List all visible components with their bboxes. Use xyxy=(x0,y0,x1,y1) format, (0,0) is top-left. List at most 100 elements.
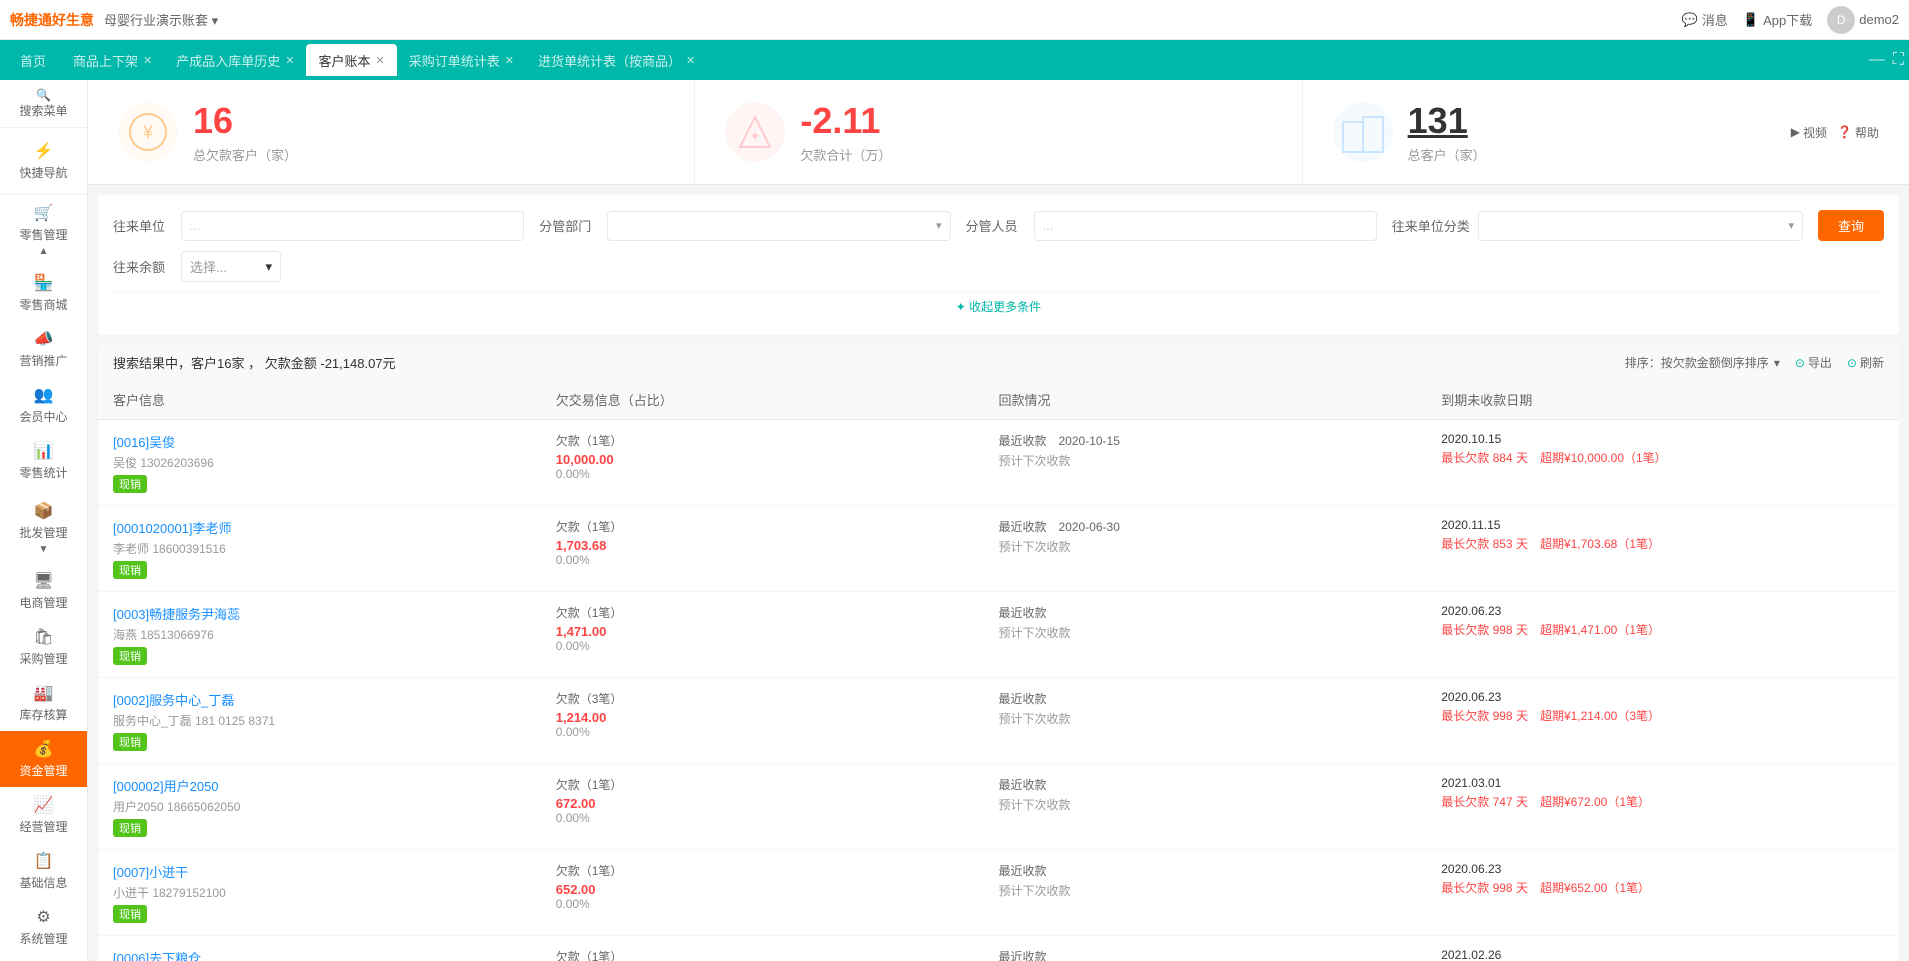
due-date-cell: 2020.10.15 最长欠款 884 天 超期¥10,000.00（1笔） xyxy=(1441,432,1884,466)
customer-name[interactable]: [0001020001]李老师 xyxy=(113,518,556,537)
sidebar-item-marketing[interactable]: 📣 营销推广 xyxy=(0,321,87,377)
stat-icon-2: ✦ xyxy=(725,102,785,162)
balance-select[interactable]: 选择... ▾ xyxy=(181,251,281,282)
svg-text:¥: ¥ xyxy=(142,122,154,142)
marketing-icon: 📣 xyxy=(34,329,54,349)
due-date: 2020.10.15 xyxy=(1441,432,1884,446)
tab-customer-account[interactable]: 客户账本 ✕ xyxy=(306,44,396,76)
sidebar-item-finance[interactable]: 💰 资金管理 xyxy=(0,731,87,787)
sidebar-item-system-mgmt[interactable]: ⚙ 系统管理 xyxy=(0,899,87,955)
query-button[interactable]: 查询 xyxy=(1818,210,1884,241)
app-container: 畅捷通好生意 母婴行业演示账套 ▾ 💬 消息 📱 App下载 D demo2 xyxy=(0,0,1909,961)
sort-label: 排序：按欠款金额倒序排序 xyxy=(1625,354,1769,371)
customer-info-cell: [000002]用户2050 用户2050 18665062050 现销 xyxy=(113,776,556,837)
customer-name[interactable]: [0002]服务中心_丁磊 xyxy=(113,690,556,709)
payment-label: 最近收款 xyxy=(999,948,1442,961)
refresh-button[interactable]: ⊙ 刷新 xyxy=(1847,354,1884,371)
filter-actions: 查询 xyxy=(1818,210,1884,241)
tab-purchase-order[interactable]: 采购订单统计表 ✕ xyxy=(397,44,526,76)
tab-product-shelf[interactable]: 商品上下架 ✕ xyxy=(61,44,164,76)
th-payment-info: 回款情况 xyxy=(999,390,1442,409)
unit-class-label: 往来单位分类 xyxy=(1392,216,1470,235)
tab-maximize-button[interactable]: ⛶ xyxy=(1893,51,1904,69)
message-button[interactable]: 💬 消息 xyxy=(1682,10,1728,29)
user-menu[interactable]: D demo2 xyxy=(1827,6,1899,34)
customer-name[interactable]: [0006]去下粮仓 xyxy=(113,948,556,961)
tab-close-product-history[interactable]: ✕ xyxy=(285,54,294,67)
customer-name[interactable]: [0007]小迸干 xyxy=(113,862,556,881)
table-row: [0003]畅捷服务尹海蕊 海燕 18513066976 现销 欠款（1笔） 1… xyxy=(98,592,1899,678)
export-button[interactable]: ⊙ 导出 xyxy=(1795,354,1832,371)
tab-close-purchase-stats[interactable]: ✕ xyxy=(686,54,695,67)
wholesale-mgmt-icon: 📦 xyxy=(34,501,54,521)
tab-home[interactable]: 首页 xyxy=(5,44,61,76)
sidebar-item-ecommerce[interactable]: 🖥 电商管理 xyxy=(0,563,87,619)
overdue-amount[interactable]: 最长欠款 998 天 超期¥652.00（1笔） xyxy=(1441,879,1884,896)
sidebar-item-quick-nav[interactable]: ⚡ 快捷导航 xyxy=(0,133,87,189)
customer-name[interactable]: [0016]吴俊 xyxy=(113,432,556,451)
stats-row: ¥ 16 总欠款客户（家） ✦ -2.11 欠款合计（万） xyxy=(88,80,1909,185)
sidebar-item-retail-mall[interactable]: 🏪 零售商城 xyxy=(0,265,87,321)
search-menu[interactable]: 🔍 搜索菜单 xyxy=(0,80,87,128)
debt-description: 欠款（1笔） xyxy=(556,862,999,879)
stat-info-1: 16 总欠款客户（家） xyxy=(193,100,297,164)
sidebar-item-inventory[interactable]: 🏭 库存核算 xyxy=(0,675,87,731)
sidebar-item-wholesale-mgmt[interactable]: 📦 批发管理 ▼ xyxy=(0,493,87,563)
suite-select[interactable]: 母婴行业演示账套 ▾ xyxy=(104,10,218,29)
tab-close-product-shelf[interactable]: ✕ xyxy=(143,54,152,67)
debt-percent: 0.00% xyxy=(556,467,999,481)
customer-info-cell: [0007]小迸干 小迸干 18279152100 现销 xyxy=(113,862,556,923)
tab-minimize-button[interactable]: — xyxy=(1869,51,1885,69)
sidebar-item-member-center[interactable]: 👥 会员中心 xyxy=(0,377,87,433)
overdue-amount[interactable]: 最长欠款 998 天 超期¥1,471.00（1笔） xyxy=(1441,621,1884,638)
customer-info-cell: [0003]畅捷服务尹海蕊 海燕 18513066976 现销 xyxy=(113,604,556,665)
help-action-button[interactable]: ❓ 帮助 xyxy=(1837,124,1879,141)
balance-label: 往来余额 xyxy=(113,257,173,276)
tab-close-customer-account[interactable]: ✕ xyxy=(376,54,385,67)
payment-info-cell: 最近收款 预计下次收款 xyxy=(999,776,1442,813)
due-date-cell: 2020.06.23 最长欠款 998 天 超期¥1,214.00（3笔） xyxy=(1441,690,1884,724)
due-date-cell: 2021.03.01 最长欠款 747 天 超期¥672.00（1笔） xyxy=(1441,776,1884,810)
overdue-amount[interactable]: 最长欠款 747 天 超期¥672.00（1笔） xyxy=(1441,793,1884,810)
sidebar-item-basic-info[interactable]: 📋 基础信息 xyxy=(0,843,87,899)
debt-total-label: 欠款合计（万） xyxy=(800,145,891,164)
overdue-amount[interactable]: 最长欠款 853 天 超期¥1,703.68（1笔） xyxy=(1441,535,1884,552)
sidebar-item-retail-stats[interactable]: 📊 零售统计 xyxy=(0,433,87,489)
due-date-cell: 2020.06.23 最长欠款 998 天 超期¥1,471.00（1笔） xyxy=(1441,604,1884,638)
customer-phone: 吴俊 13026203696 xyxy=(113,454,556,471)
customer-name[interactable]: [0003]畅捷服务尹海蕊 xyxy=(113,604,556,623)
payment-info-cell: 最近收款 预计下次收款 xyxy=(999,690,1442,727)
tab-purchase-stats[interactable]: 进货单统计表（按商品） ✕ xyxy=(526,44,707,76)
unit-class-select[interactable]: ▾ xyxy=(1478,211,1803,241)
tab-close-purchase-order[interactable]: ✕ xyxy=(505,54,514,67)
overdue-amount[interactable]: 最长欠款 884 天 超期¥10,000.00（1笔） xyxy=(1441,449,1884,466)
table-row: [0006]去下粮仓 陈小希 现销 欠款（1笔） 455.90 0.00% 最近… xyxy=(98,936,1899,961)
due-date: 2020.11.15 xyxy=(1441,518,1884,532)
sidebar-item-business-mgmt[interactable]: 📈 经营管理 xyxy=(0,787,87,843)
customer-name[interactable]: [000002]用户2050 xyxy=(113,776,556,795)
next-payment-label: 预计下次收款 xyxy=(999,882,1442,899)
collapse-filters-button[interactable]: ✦ 收起更多条件 xyxy=(113,292,1884,320)
due-date-cell: 2020.06.23 最长欠款 998 天 超期¥652.00（1笔） xyxy=(1441,862,1884,896)
due-date: 2020.06.23 xyxy=(1441,690,1884,704)
customer-info-cell: [0002]服务中心_丁磊 服务中心_丁磊 181 0125 8371 现销 xyxy=(113,690,556,751)
payment-label: 最近收款 2020-06-30 xyxy=(999,518,1442,535)
tab-product-history[interactable]: 产成品入库单历史 ✕ xyxy=(164,44,306,76)
debt-amount: 1,703.68 xyxy=(556,538,999,553)
debt-amount: 652.00 xyxy=(556,882,999,897)
debt-amount: 10,000.00 xyxy=(556,452,999,467)
person-input[interactable]: ... xyxy=(1034,211,1377,241)
dept-select[interactable]: ▾ xyxy=(607,211,950,241)
debt-amount: 1,214.00 xyxy=(556,710,999,725)
sidebar-item-retail-mgmt[interactable]: 🛒 零售管理 ▲ xyxy=(0,195,87,265)
next-payment-label: 预计下次收款 xyxy=(999,538,1442,555)
results-text: 搜索结果中，客户16家 ， 欠款金额 -21,148.07元 xyxy=(113,353,396,372)
video-action-button[interactable]: ▶ 视频 xyxy=(1791,124,1827,141)
app-download-button[interactable]: 📱 App下载 xyxy=(1743,10,1812,29)
overdue-amount[interactable]: 最长欠款 998 天 超期¥1,214.00（3笔） xyxy=(1441,707,1884,724)
dept-arrow: ▾ xyxy=(936,219,942,232)
sidebar-item-purchase-mgmt[interactable]: 🛍 采购管理 xyxy=(0,619,87,675)
sidebar-item-enterprise-coop[interactable]: 🤝 企业协同 xyxy=(0,955,87,961)
sort-select[interactable]: 排序：按欠款金额倒序排序 ▾ xyxy=(1625,354,1780,371)
from-unit-input[interactable]: ... xyxy=(181,211,524,241)
